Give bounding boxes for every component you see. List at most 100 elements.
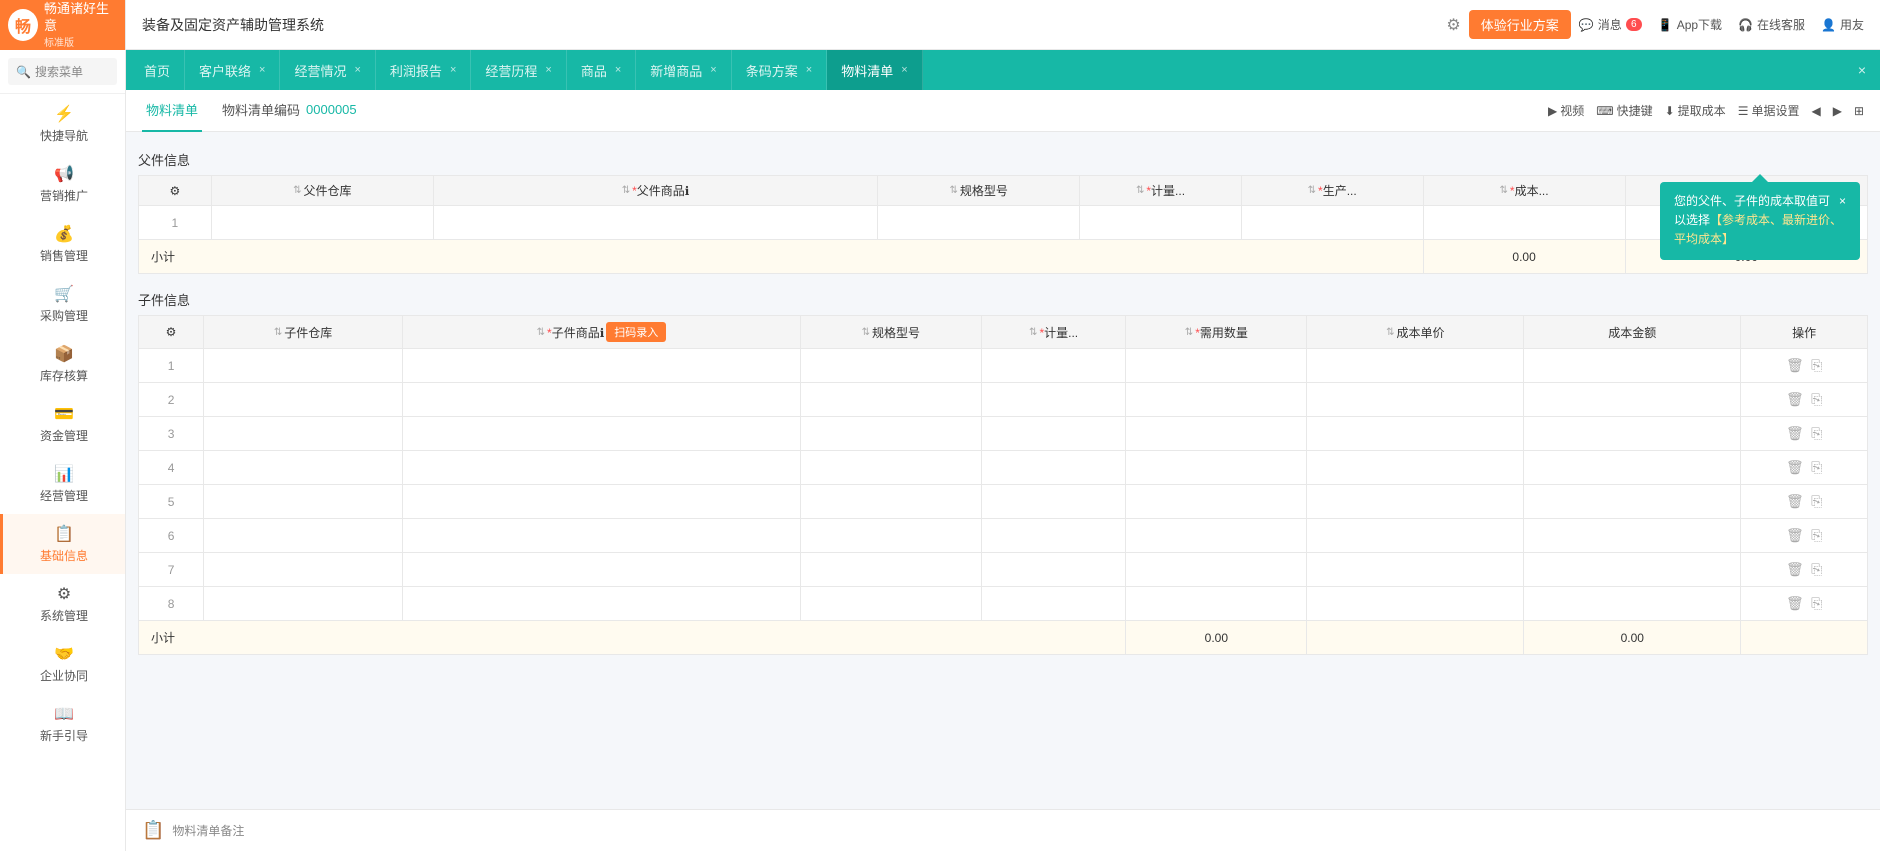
child-spec-2[interactable] [800, 383, 981, 417]
sidebar-item-purchase[interactable]: 🛒 采购管理 [0, 274, 125, 334]
child-th-settings[interactable]: ⚙ [139, 316, 204, 349]
delete-icon[interactable]: 🗑 [1784, 355, 1806, 375]
parent-cost-cell[interactable] [1423, 206, 1625, 240]
tab-barcode[interactable]: 条码方案 × [732, 50, 827, 90]
tooltip-close-button[interactable]: × [1839, 192, 1846, 211]
settings-icon[interactable]: ⚙ [1446, 15, 1460, 35]
copy-icon[interactable]: ⎘ [1809, 593, 1824, 613]
tab-operations-status[interactable]: 经营情况 × [280, 50, 375, 90]
user-button[interactable]: 👤 用友 [1821, 16, 1864, 33]
copy-icon[interactable]: ⎘ [1809, 355, 1824, 375]
close-all-tabs[interactable]: × [1848, 62, 1876, 78]
child-product-3[interactable] [403, 417, 801, 451]
tab-customer[interactable]: 客户联络 × [185, 50, 280, 90]
sidebar-item-quick-nav[interactable]: ⚡ 快捷导航 [0, 94, 125, 154]
child-unit-6[interactable] [981, 519, 1126, 553]
tab-history-close[interactable]: × [545, 64, 551, 76]
delete-icon[interactable]: 🗑 [1784, 389, 1806, 409]
child-product-6[interactable] [403, 519, 801, 553]
parent-th-cost[interactable]: ⇅*成本... [1423, 176, 1625, 206]
child-qty-8[interactable] [1126, 587, 1307, 621]
shortcut-button[interactable]: ⌨ 快捷键 [1596, 102, 1652, 119]
delete-icon[interactable]: 🗑 [1784, 457, 1806, 477]
copy-icon[interactable]: ⎘ [1809, 525, 1824, 545]
child-qty-7[interactable] [1126, 553, 1307, 587]
copy-icon[interactable]: ⎘ [1809, 423, 1824, 443]
child-spec-8[interactable] [800, 587, 981, 621]
sidebar-item-guide[interactable]: 📖 新手引导 [0, 694, 125, 754]
tab-new-product[interactable]: 新增商品 × [636, 50, 731, 90]
child-unit-cost-8[interactable] [1307, 587, 1524, 621]
sub-tab-code[interactable]: 物料清单编码 0000005 [218, 90, 361, 132]
parent-th-spec[interactable]: ⇅规格型号 [878, 176, 1080, 206]
child-unit-1[interactable] [981, 349, 1126, 383]
child-warehouse-1[interactable] [204, 349, 403, 383]
child-warehouse-8[interactable] [204, 587, 403, 621]
tab-profit-close[interactable]: × [450, 64, 456, 76]
child-unit-7[interactable] [981, 553, 1126, 587]
child-product-8[interactable] [403, 587, 801, 621]
child-qty-3[interactable] [1126, 417, 1307, 451]
child-unit-2[interactable] [981, 383, 1126, 417]
child-th-qty[interactable]: ⇅*需用数量 [1126, 316, 1307, 349]
tab-barcode-close[interactable]: × [806, 64, 812, 76]
tab-profit[interactable]: 利润报告 × [376, 50, 471, 90]
child-th-warehouse[interactable]: ⇅子件仓库 [204, 316, 403, 349]
nav-next[interactable]: ▶ [1833, 104, 1842, 118]
child-unit-cost-2[interactable] [1307, 383, 1524, 417]
parent-production-cell[interactable] [1241, 206, 1423, 240]
child-spec-3[interactable] [800, 417, 981, 451]
tab-ops-close[interactable]: × [354, 64, 360, 76]
child-qty-4[interactable] [1126, 451, 1307, 485]
expand-icon[interactable]: ⊞ [1854, 104, 1864, 118]
app-download-button[interactable]: 📱 App下载 [1658, 16, 1722, 33]
child-unit-5[interactable] [981, 485, 1126, 519]
child-unit-cost-4[interactable] [1307, 451, 1524, 485]
child-unit-cost-7[interactable] [1307, 553, 1524, 587]
parent-spec-cell[interactable] [878, 206, 1080, 240]
tab-home[interactable]: 首页 [130, 50, 185, 90]
child-spec-5[interactable] [800, 485, 981, 519]
parent-th-settings[interactable]: ⚙ [139, 176, 212, 206]
child-warehouse-3[interactable] [204, 417, 403, 451]
copy-icon[interactable]: ⎘ [1809, 559, 1824, 579]
view-button[interactable]: ▶ 视频 [1548, 102, 1584, 119]
child-spec-7[interactable] [800, 553, 981, 587]
copy-icon[interactable]: ⎘ [1809, 457, 1824, 477]
child-product-2[interactable] [403, 383, 801, 417]
child-warehouse-7[interactable] [204, 553, 403, 587]
child-unit-cost-6[interactable] [1307, 519, 1524, 553]
parent-product-cell[interactable] [433, 206, 877, 240]
parent-th-product[interactable]: ⇅*父件商品ℹ [433, 176, 877, 206]
tab-product[interactable]: 商品 × [567, 50, 636, 90]
sidebar-item-system[interactable]: ⚙ 系统管理 [0, 574, 125, 634]
delete-icon[interactable]: 🗑 [1784, 423, 1806, 443]
child-qty-2[interactable] [1126, 383, 1307, 417]
child-warehouse-2[interactable] [204, 383, 403, 417]
child-th-spec[interactable]: ⇅规格型号 [800, 316, 981, 349]
delete-icon[interactable]: 🗑 [1784, 559, 1806, 579]
copy-icon[interactable]: ⎘ [1809, 491, 1824, 511]
child-product-1[interactable] [403, 349, 801, 383]
tab-bom-close[interactable]: × [901, 64, 907, 76]
child-unit-3[interactable] [981, 417, 1126, 451]
child-product-5[interactable] [403, 485, 801, 519]
sidebar-item-inventory[interactable]: 📦 库存核算 [0, 334, 125, 394]
child-warehouse-4[interactable] [204, 451, 403, 485]
child-unit-cost-3[interactable] [1307, 417, 1524, 451]
child-spec-6[interactable] [800, 519, 981, 553]
sidebar-item-operations[interactable]: 📊 经营管理 [0, 454, 125, 514]
parent-th-production[interactable]: ⇅*生产... [1241, 176, 1423, 206]
scan-button[interactable]: 扫码录入 [606, 322, 666, 342]
parent-unit-cell[interactable] [1080, 206, 1242, 240]
child-warehouse-6[interactable] [204, 519, 403, 553]
child-product-7[interactable] [403, 553, 801, 587]
tab-new-product-close[interactable]: × [710, 64, 716, 76]
delete-icon[interactable]: 🗑 [1784, 593, 1806, 613]
child-warehouse-5[interactable] [204, 485, 403, 519]
child-th-unit-cost[interactable]: ⇅成本单价 [1307, 316, 1524, 349]
child-th-product[interactable]: ⇅ *子件商品ℹ 扫码录入 [403, 316, 801, 349]
nav-prev[interactable]: ◀ [1811, 104, 1820, 118]
delete-icon[interactable]: 🗑 [1784, 491, 1806, 511]
child-product-4[interactable] [403, 451, 801, 485]
